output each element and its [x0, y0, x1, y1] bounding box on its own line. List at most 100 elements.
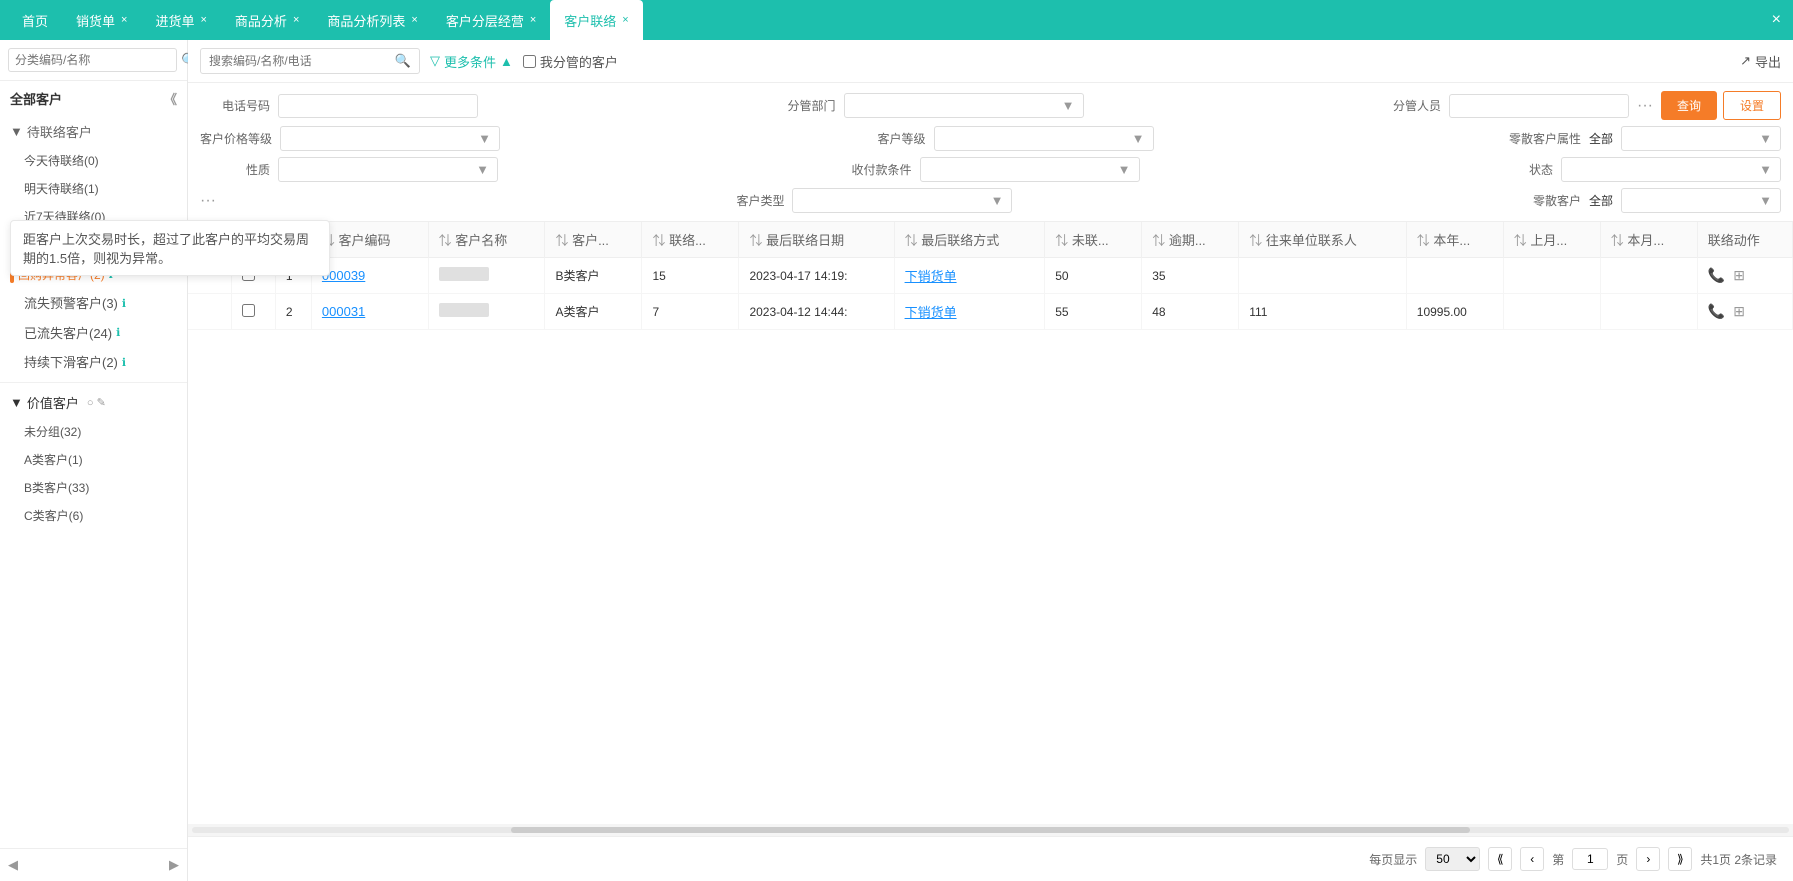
retail-customer-select[interactable]: ▼: [1621, 188, 1781, 213]
row2-grid-icon[interactable]: ⊞: [1733, 303, 1745, 320]
per-page-select[interactable]: 50 100 200: [1425, 847, 1480, 871]
row2-code[interactable]: 000031: [311, 294, 428, 330]
col-overdue-header[interactable]: ⇅ 逾期...: [1142, 222, 1239, 258]
nature-arrow-icon: ▼: [476, 162, 489, 177]
sidebar-item-tomorrow[interactable]: 明天待联络(1): [0, 175, 187, 203]
sidebar-item-ungroup[interactable]: 未分组(32): [0, 418, 187, 446]
row2-last-method[interactable]: 下销货单: [894, 294, 1045, 330]
scrollbar-track[interactable]: [192, 827, 1789, 833]
tab-product-analysis-list[interactable]: 商品分析列表 ×: [313, 0, 431, 40]
settings-btn[interactable]: 设置: [1723, 91, 1781, 120]
row1-last-method[interactable]: 下销货单: [894, 258, 1045, 294]
customer-grade-arrow-icon: ▼: [1132, 131, 1145, 146]
close-product-analysis-icon[interactable]: ×: [293, 14, 299, 26]
col-last-date-header[interactable]: ⇅ 最后联络日期: [739, 222, 894, 258]
extra-ellipsis[interactable]: ···: [200, 192, 216, 210]
tab-home[interactable]: 首页: [8, 0, 62, 40]
close-sales-order-icon[interactable]: ×: [121, 14, 127, 26]
prev-page-btn[interactable]: ‹: [1520, 847, 1544, 871]
sort-icon-type: ⇅: [555, 233, 572, 248]
col-not-contacted-header[interactable]: ⇅ 未联...: [1045, 222, 1142, 258]
sort-icon-name: ⇅: [439, 233, 456, 248]
manager-input[interactable]: [1449, 94, 1629, 118]
tab-sales-order[interactable]: 销货单 ×: [62, 0, 141, 40]
row1-grid-icon[interactable]: ⊞: [1733, 267, 1745, 284]
payment-terms-select[interactable]: ▼: [920, 157, 1140, 182]
row1-phone-icon[interactable]: 📞: [1708, 267, 1725, 284]
sidebar-next-btn[interactable]: ▶: [165, 853, 183, 877]
col-this-year-header[interactable]: ⇅ 本年...: [1406, 222, 1503, 258]
extended-filter: 电话号码 分管部门 ▼ 分管人员 ··· 查询 设置 客户价格等级: [188, 83, 1793, 222]
close-all-tabs[interactable]: ×: [1772, 11, 1781, 29]
sidebar-item-declining[interactable]: 持续下滑客户(2) ℹ: [0, 348, 187, 378]
row1-name[interactable]: [428, 258, 545, 294]
close-customer-contact-icon[interactable]: ×: [622, 14, 628, 26]
edit-value-icon[interactable]: ○ ✎: [87, 396, 106, 409]
sidebar-item-a-class[interactable]: A类客户(1): [0, 446, 187, 474]
sidebar-prev-btn[interactable]: ◀: [4, 853, 22, 877]
row2-name[interactable]: [428, 294, 545, 330]
search-input[interactable]: [209, 54, 389, 68]
tab-product-analysis[interactable]: 商品分析 ×: [221, 0, 313, 40]
sidebar-section-value[interactable]: ▼ 价值客户 ○ ✎: [0, 387, 187, 418]
phone-input[interactable]: [278, 94, 478, 118]
tab-customer-contact[interactable]: 客户联络 ×: [550, 0, 642, 40]
horizontal-scrollbar[interactable]: [188, 824, 1793, 836]
sort-icon-not-contacted: ⇅: [1055, 233, 1072, 248]
customer-type-select[interactable]: ▼: [792, 188, 1012, 213]
sidebar-collapse-btn[interactable]: 《: [164, 89, 177, 108]
row2-type: A类客户: [545, 294, 642, 330]
row2-phone-icon[interactable]: 📞: [1708, 303, 1725, 320]
last-page-btn[interactable]: ⟫: [1668, 847, 1692, 871]
col-type-header[interactable]: ⇅ 客户...: [545, 222, 642, 258]
row2-check[interactable]: [242, 304, 255, 317]
col-unit-contact-header[interactable]: ⇅ 往来单位联系人: [1239, 222, 1407, 258]
first-page-btn[interactable]: ⟪: [1488, 847, 1512, 871]
row2-checkbox[interactable]: [231, 294, 275, 330]
col-last-month-header[interactable]: ⇅ 上月...: [1503, 222, 1600, 258]
retail-customer-label: 零散客户: [1511, 192, 1581, 209]
info-icon-declining: ℹ: [122, 355, 126, 372]
col-this-month-header[interactable]: ⇅ 本月...: [1600, 222, 1697, 258]
dept-select[interactable]: ▼: [844, 93, 1084, 118]
sidebar-section-pending[interactable]: ▼ 待联络客户: [0, 116, 187, 147]
sidebar-item-c-class[interactable]: C类客户(6): [0, 502, 187, 530]
manager-dots[interactable]: ···: [1637, 97, 1653, 115]
scrollbar-thumb[interactable]: [511, 827, 1469, 833]
status-select[interactable]: ▼: [1561, 157, 1781, 182]
close-purchase-order-icon[interactable]: ×: [200, 14, 206, 26]
page-input[interactable]: [1572, 848, 1608, 870]
retail-attr-select[interactable]: ▼: [1621, 126, 1781, 151]
close-product-analysis-list-icon[interactable]: ×: [411, 14, 417, 26]
payment-terms-arrow-icon: ▼: [1118, 162, 1131, 177]
sidebar-all-customers-header: 全部客户 《: [0, 81, 187, 116]
row1-type: B类客户: [545, 258, 642, 294]
my-customers-checkbox[interactable]: [523, 55, 536, 68]
close-customer-layered-icon[interactable]: ×: [530, 14, 536, 26]
search-icon[interactable]: 🔍: [395, 53, 411, 69]
customer-grade-select[interactable]: ▼: [934, 126, 1154, 151]
tab-customer-layered[interactable]: 客户分层经营 ×: [432, 0, 550, 40]
row2-last-month: [1503, 294, 1600, 330]
query-btn[interactable]: 查询: [1661, 91, 1717, 120]
next-page-btn[interactable]: ›: [1636, 847, 1660, 871]
sidebar-item-loss-warning[interactable]: 流失预警客户(3) ℹ: [0, 289, 187, 319]
row1-this-year: [1406, 258, 1503, 294]
sidebar-item-today[interactable]: 今天待联络(0): [0, 147, 187, 175]
sidebar-item-b-class[interactable]: B类客户(33): [0, 474, 187, 502]
col-contact-header[interactable]: ⇅ 联络...: [642, 222, 739, 258]
price-grade-select[interactable]: ▼: [280, 126, 500, 151]
row2-index: 2: [275, 294, 311, 330]
row1-overdue: 35: [1142, 258, 1239, 294]
sidebar-search-input[interactable]: [8, 48, 177, 72]
col-last-method-header[interactable]: ⇅ 最后联络方式: [894, 222, 1045, 258]
sidebar-item-lost[interactable]: 已流失客户(24) ℹ: [0, 319, 187, 349]
export-btn[interactable]: ↗ 导出: [1740, 52, 1781, 71]
nature-select[interactable]: ▼: [278, 157, 498, 182]
row2-unit-contact: 111: [1239, 294, 1407, 330]
tooltip-box: 距客户上次交易时长，超过了此客户的平均交易周期的1.5倍，则视为异常。: [188, 220, 330, 276]
tab-purchase-order[interactable]: 进货单 ×: [141, 0, 220, 40]
more-conditions-btn[interactable]: ▽ 更多条件 ▲: [430, 52, 513, 71]
col-name-header[interactable]: ⇅ 客户名称: [428, 222, 545, 258]
value-section-arrow: ▼: [10, 395, 23, 410]
